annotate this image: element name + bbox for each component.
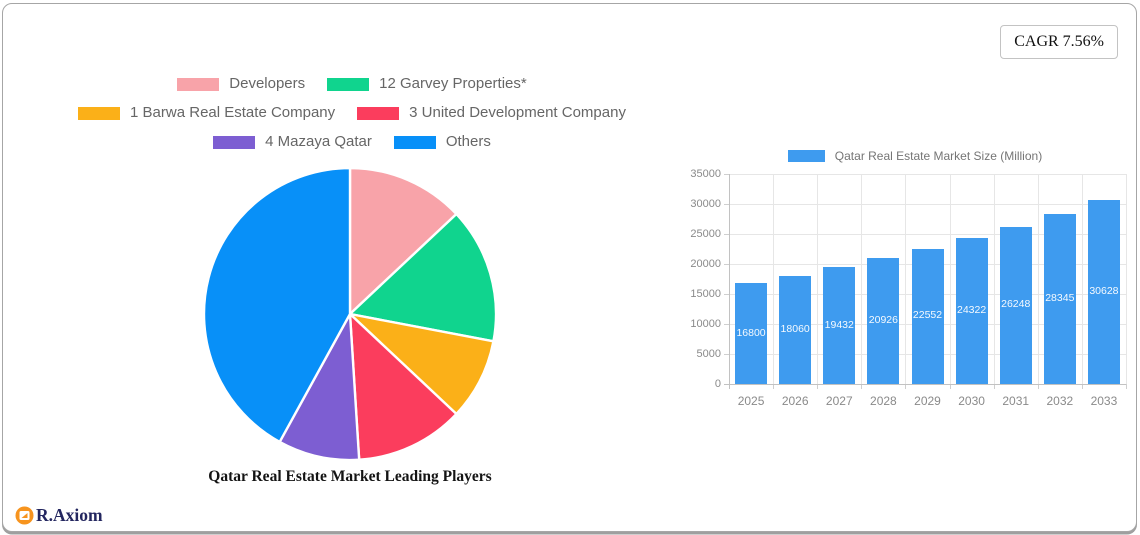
legend-item-developers[interactable]: Developers — [177, 74, 305, 94]
brand-chart-icon — [15, 506, 34, 525]
legend-item-3-united-development-company[interactable]: 3 United Development Company — [357, 103, 626, 123]
x-gridline — [861, 174, 863, 384]
legend-swatch — [327, 77, 370, 91]
legend-swatch — [177, 77, 220, 91]
bar-legend-label: Qatar Real Estate Market Size (Million) — [834, 149, 1043, 163]
bar-value-label: 16800 — [736, 326, 766, 339]
x-axis-label: 2028 — [870, 394, 897, 408]
legend-item-others[interactable]: Others — [393, 132, 491, 152]
bar-chart: Qatar Real Estate Market Size (Million) … — [690, 143, 1139, 418]
legend-item-4-mazaya-qatar[interactable]: 4 Mazaya Qatar — [213, 132, 372, 152]
y-axis-label: 5000 — [696, 348, 721, 360]
y-axis-label: 15000 — [690, 288, 721, 300]
x-gridline — [1037, 174, 1039, 384]
bar-chart-legend[interactable]: Qatar Real Estate Market Size (Million) — [691, 149, 1139, 163]
legend-label: Others — [445, 133, 491, 150]
legend-label: Developers — [229, 75, 306, 92]
y-axis-label: 10000 — [690, 318, 721, 330]
x-axis-label: 2026 — [781, 394, 809, 408]
x-gridline — [993, 174, 995, 384]
legend-label: 3 United Development Company — [409, 104, 626, 121]
bar-legend-swatch — [787, 150, 825, 162]
legend-label: 1 Barwa Real Estate Company — [130, 104, 336, 121]
x-axis-label: 2027 — [825, 394, 853, 408]
legend-label: 4 Mazaya Qatar — [265, 133, 372, 150]
x-axis-label: 2031 — [1002, 394, 1030, 408]
legend-item-12-garvey-properties[interactable]: 12 Garvey Properties* — [327, 74, 527, 94]
y-axis-label: 0 — [714, 378, 721, 390]
y-axis-label: 30000 — [690, 198, 721, 210]
bar-value-label: 26248 — [1001, 298, 1031, 311]
cagr-badge: CAGR 7.56% — [1000, 25, 1118, 59]
y-axis-label: 20000 — [690, 258, 721, 270]
x-gridline — [773, 174, 775, 384]
y-gridline — [729, 174, 1126, 175]
bar-value-label: 22552 — [912, 309, 943, 322]
pie-chart-title: Qatar Real Estate Market Leading Players — [208, 468, 492, 485]
x-gridline — [1126, 174, 1127, 384]
bar-value-label: 20926 — [868, 314, 898, 327]
brand-name: R.Axiom — [36, 505, 103, 525]
bar-value-label: 28345 — [1045, 291, 1075, 304]
x-axis-line — [724, 384, 1126, 385]
x-gridline — [1081, 174, 1083, 384]
legend-item-1-barwa-real-estate-company[interactable]: 1 Barwa Real Estate Company — [78, 103, 335, 123]
y-axis-label: 25000 — [690, 228, 721, 240]
legend-swatch — [78, 106, 121, 120]
pie-chart — [202, 166, 498, 462]
x-tick — [1126, 384, 1127, 389]
legend-swatch — [393, 135, 436, 149]
legend-swatch — [213, 135, 256, 149]
bar-value-label: 24322 — [957, 304, 987, 317]
x-axis-label: 2030 — [958, 394, 985, 408]
x-gridline — [949, 174, 951, 384]
bar-value-label: 30628 — [1089, 285, 1119, 298]
y-axis-line — [729, 174, 730, 389]
bar-value-label: 19432 — [824, 318, 854, 331]
x-axis-label: 2029 — [914, 394, 941, 408]
y-gridline — [729, 204, 1126, 205]
report-card: CAGR 7.56% Developers 12 Garvey Propertie… — [2, 3, 1137, 532]
pie-legend: Developers 12 Garvey Properties* 1 Barwa R… — [41, 74, 663, 152]
x-axis-label: 2032 — [1046, 394, 1074, 408]
legend-label: 12 Garvey Properties* — [379, 75, 527, 92]
brand-logo: R.Axiom — [15, 505, 103, 526]
x-gridline — [905, 174, 907, 384]
bar-value-label: 18060 — [780, 322, 810, 335]
x-axis-label: 2025 — [737, 394, 765, 408]
x-axis-label: 2033 — [1090, 394, 1118, 408]
y-axis-label: 35000 — [690, 168, 721, 180]
x-gridline — [817, 174, 819, 384]
legend-swatch — [357, 106, 400, 120]
